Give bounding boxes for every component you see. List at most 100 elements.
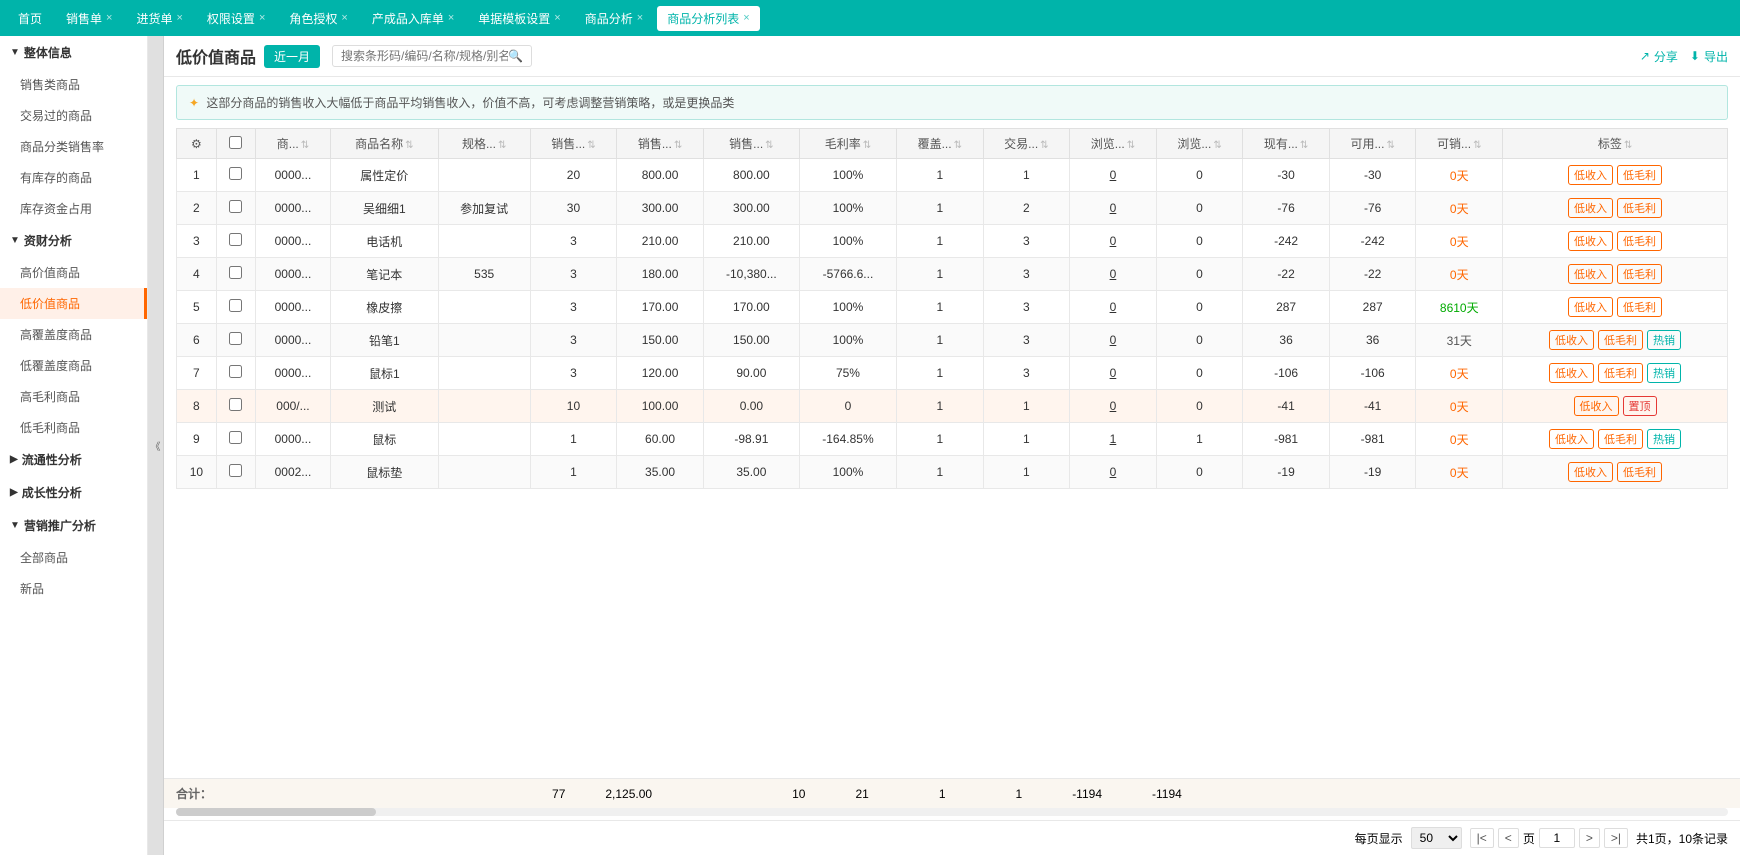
- close-icon[interactable]: ×: [554, 12, 560, 24]
- close-icon[interactable]: ×: [743, 12, 749, 24]
- close-icon[interactable]: ×: [448, 12, 454, 24]
- close-icon[interactable]: ×: [176, 12, 182, 24]
- browse-link[interactable]: 1: [1110, 432, 1117, 446]
- cell-browse1[interactable]: 0: [1070, 390, 1157, 423]
- column-available[interactable]: 可用...⇅: [1329, 129, 1416, 159]
- cell-checkbox[interactable]: [216, 225, 255, 258]
- cell-browse1[interactable]: 0: [1070, 357, 1157, 390]
- browse-link[interactable]: 0: [1110, 465, 1117, 479]
- select-all-checkbox[interactable]: [229, 136, 242, 149]
- nav-permission[interactable]: 权限设置 ×: [197, 6, 275, 31]
- sidebar-item-high-coverage[interactable]: 高覆盖度商品: [0, 319, 147, 350]
- row-checkbox[interactable]: [229, 167, 242, 180]
- cell-checkbox[interactable]: [216, 423, 255, 456]
- browse-link[interactable]: 0: [1110, 333, 1117, 347]
- column-name[interactable]: 商品名称⇅: [330, 129, 438, 159]
- data-table-container[interactable]: ⚙ 商...⇅ 商品名称⇅ 规格...⇅ 销售...⇅ 销售...⇅ 销售...…: [176, 128, 1728, 778]
- nav-purchase-order[interactable]: 进货单 ×: [126, 6, 192, 31]
- first-page-button[interactable]: |<: [1470, 828, 1494, 848]
- cell-browse1[interactable]: 0: [1070, 324, 1157, 357]
- column-tags[interactable]: 标签⇅: [1503, 129, 1728, 159]
- sidebar-group-marketing[interactable]: ▼ 营销推广分析: [0, 509, 147, 542]
- page-number-input[interactable]: [1539, 828, 1575, 848]
- column-checkbox[interactable]: [216, 129, 255, 159]
- column-browse2[interactable]: 浏览...⇅: [1156, 129, 1243, 159]
- nav-product-analysis[interactable]: 商品分析 ×: [575, 6, 653, 31]
- browse-link[interactable]: 0: [1110, 168, 1117, 182]
- cell-browse1[interactable]: 0: [1070, 291, 1157, 324]
- browse-link[interactable]: 0: [1110, 300, 1117, 314]
- sidebar-item-category-sales-rate[interactable]: 商品分类销售率: [0, 131, 147, 162]
- sidebar-item-low-coverage[interactable]: 低覆盖度商品: [0, 350, 147, 381]
- cell-browse1[interactable]: 0: [1070, 456, 1157, 489]
- prev-page-button[interactable]: <: [1498, 828, 1519, 848]
- column-spec[interactable]: 规格...⇅: [438, 129, 530, 159]
- sidebar-item-new-products[interactable]: 新品: [0, 573, 147, 604]
- nav-role-auth[interactable]: 角色授权 ×: [279, 6, 357, 31]
- column-saleable[interactable]: 可销...⇅: [1416, 129, 1503, 159]
- column-trade[interactable]: 交易...⇅: [983, 129, 1070, 159]
- cell-checkbox[interactable]: [216, 192, 255, 225]
- browse-link[interactable]: 0: [1110, 234, 1117, 248]
- scroll-thumb[interactable]: [176, 808, 376, 816]
- row-checkbox[interactable]: [229, 332, 242, 345]
- search-input[interactable]: [341, 49, 508, 63]
- column-sales-amt[interactable]: 销售...⇅: [617, 129, 704, 159]
- column-coverage[interactable]: 覆盖...⇅: [897, 129, 984, 159]
- sidebar-item-all-products[interactable]: 全部商品: [0, 542, 147, 573]
- row-checkbox[interactable]: [229, 299, 242, 312]
- cell-checkbox[interactable]: [216, 456, 255, 489]
- sidebar-group-growth[interactable]: ▶ 成长性分析: [0, 476, 147, 509]
- cell-checkbox[interactable]: [216, 357, 255, 390]
- sidebar-group-circulation[interactable]: ▶ 流通性分析: [0, 443, 147, 476]
- sidebar-item-high-value[interactable]: 高价值商品: [0, 257, 147, 288]
- cell-browse1[interactable]: 0: [1070, 225, 1157, 258]
- column-stock[interactable]: 现有...⇅: [1243, 129, 1330, 159]
- sidebar-toggle-button[interactable]: 《: [148, 36, 164, 855]
- sidebar-group-asset-analysis[interactable]: ▼ 资财分析: [0, 224, 147, 257]
- column-sales-qty[interactable]: 销售...⇅: [530, 129, 617, 159]
- close-icon[interactable]: ×: [259, 12, 265, 24]
- row-checkbox[interactable]: [229, 464, 242, 477]
- nav-product-analysis-list[interactable]: 商品分析列表 ×: [657, 6, 759, 31]
- sidebar-group-overall[interactable]: ▼ 整体信息: [0, 36, 147, 69]
- share-button[interactable]: ↗ 分享: [1640, 48, 1678, 65]
- close-icon[interactable]: ×: [106, 12, 112, 24]
- sidebar-item-traded-products[interactable]: 交易过的商品: [0, 100, 147, 131]
- cell-browse1[interactable]: 0: [1070, 159, 1157, 192]
- cell-browse1[interactable]: 0: [1070, 192, 1157, 225]
- cell-checkbox[interactable]: [216, 324, 255, 357]
- browse-link[interactable]: 0: [1110, 267, 1117, 281]
- sidebar-item-stock-capital[interactable]: 库存资金占用: [0, 193, 147, 224]
- column-margin[interactable]: 毛利率⇅: [799, 129, 896, 159]
- cell-checkbox[interactable]: [216, 390, 255, 423]
- sidebar-item-high-margin[interactable]: 高毛利商品: [0, 381, 147, 412]
- row-checkbox[interactable]: [229, 200, 242, 213]
- cell-checkbox[interactable]: [216, 291, 255, 324]
- row-checkbox[interactable]: [229, 431, 242, 444]
- cell-checkbox[interactable]: [216, 159, 255, 192]
- sidebar-item-stock-products[interactable]: 有库存的商品: [0, 162, 147, 193]
- sidebar-item-low-margin[interactable]: 低毛利商品: [0, 412, 147, 443]
- nav-home[interactable]: 首页: [8, 6, 52, 31]
- nav-sales-order[interactable]: 销售单 ×: [56, 6, 122, 31]
- close-icon[interactable]: ×: [637, 12, 643, 24]
- cell-browse1[interactable]: 1: [1070, 423, 1157, 456]
- column-browse1[interactable]: 浏览...⇅: [1070, 129, 1157, 159]
- row-checkbox[interactable]: [229, 398, 242, 411]
- column-code[interactable]: 商...⇅: [255, 129, 330, 159]
- close-icon[interactable]: ×: [341, 12, 347, 24]
- sidebar-item-sales-products[interactable]: 销售类商品: [0, 69, 147, 100]
- browse-link[interactable]: 0: [1110, 201, 1117, 215]
- cell-browse1[interactable]: 0: [1070, 258, 1157, 291]
- last-page-button[interactable]: >|: [1604, 828, 1628, 848]
- nav-product-warehouse[interactable]: 产成品入库单 ×: [362, 6, 464, 31]
- row-checkbox[interactable]: [229, 266, 242, 279]
- column-gear[interactable]: ⚙: [177, 129, 217, 159]
- row-checkbox[interactable]: [229, 233, 242, 246]
- search-icon[interactable]: 🔍: [508, 49, 523, 63]
- row-checkbox[interactable]: [229, 365, 242, 378]
- browse-link[interactable]: 0: [1110, 366, 1117, 380]
- next-page-button[interactable]: >: [1579, 828, 1600, 848]
- sidebar-item-low-value[interactable]: 低价值商品: [0, 288, 147, 319]
